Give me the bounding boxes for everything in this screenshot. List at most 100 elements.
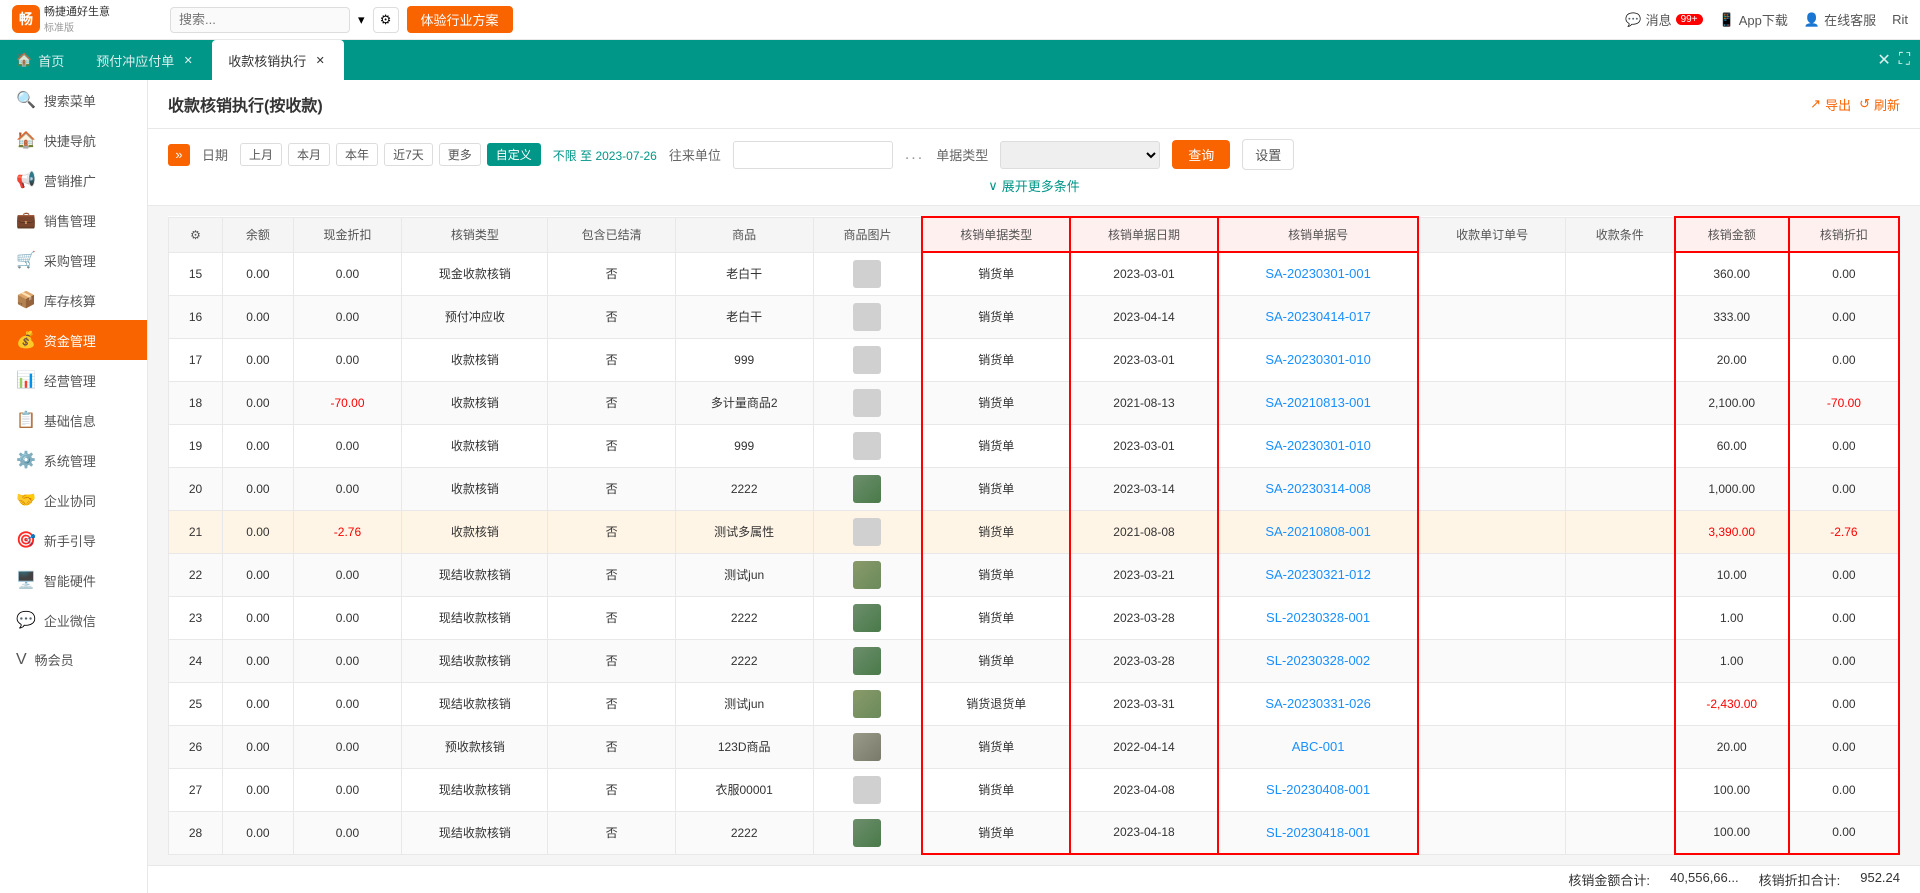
td-writeoff_discount: 0.00 — [1789, 553, 1899, 596]
td-writeoff_type: 预付冲应收 — [402, 295, 548, 338]
sidebar-item-sales[interactable]: 💼 销售管理 — [0, 200, 147, 240]
user-name[interactable]: Rit — [1892, 12, 1908, 27]
tab-home[interactable]: 🏠 首页 — [0, 40, 80, 80]
td-bill_voucher_no[interactable]: SA-20230321-012 — [1218, 553, 1418, 596]
query-button[interactable]: 查询 — [1172, 140, 1230, 169]
td-writeoff_discount: 0.00 — [1789, 467, 1899, 510]
table-row: 180.00-70.00收款核销否多计量商品2销货单2021-08-13SA-2… — [169, 381, 1900, 424]
td-product: 2222 — [675, 467, 813, 510]
online-service-button[interactable]: 👤 在线客服 — [1804, 10, 1876, 29]
td-bill_voucher_no[interactable]: ABC-001 — [1218, 725, 1418, 768]
td-bill_voucher_no[interactable]: SA-20230301-010 — [1218, 424, 1418, 467]
sidebar-item-finance[interactable]: 💰 资金管理 — [0, 320, 147, 360]
td-bill_voucher_no[interactable]: SL-20230408-001 — [1218, 768, 1418, 811]
date-this-year[interactable]: 本年 — [336, 143, 378, 166]
td-balance: 0.00 — [223, 596, 294, 639]
td-bill_voucher_type: 销货单 — [922, 252, 1070, 295]
td-bill_voucher_no[interactable]: SA-20210813-001 — [1218, 381, 1418, 424]
window-close-icon[interactable]: ✕ — [1877, 50, 1890, 70]
td-bill_voucher_type: 销货单 — [922, 553, 1070, 596]
tab-writeoff[interactable]: 收款核销执行 ✕ — [212, 40, 344, 80]
td-bill_voucher_no[interactable]: SA-20230331-026 — [1218, 682, 1418, 725]
td-balance: 0.00 — [223, 553, 294, 596]
product-img-cell — [813, 338, 922, 381]
home-nav-icon: 🏠 — [16, 130, 36, 150]
date-this-month[interactable]: 本月 — [288, 143, 330, 166]
sidebar-item-collab[interactable]: 🤝 企业协同 — [0, 480, 147, 520]
refresh-button[interactable]: ↺ 刷新 — [1859, 95, 1900, 114]
td-writeoff_discount: 0.00 — [1789, 639, 1899, 682]
sidebar-item-wechat[interactable]: 💬 企业微信 — [0, 600, 147, 640]
tab-prepay[interactable]: 预付冲应付单 ✕ — [80, 40, 212, 80]
td-writeoff_discount: 0.00 — [1789, 725, 1899, 768]
sidebar-item-search[interactable]: 🔍 搜索菜单 — [0, 80, 147, 120]
bill-type-label: 单据类型 — [936, 145, 988, 164]
tab-prepay-close[interactable]: ✕ — [180, 52, 196, 68]
sidebar-item-hardware[interactable]: 🖥️ 智能硬件 — [0, 560, 147, 600]
date-7days[interactable]: 近7天 — [384, 143, 433, 166]
export-button[interactable]: ↗ 导出 — [1810, 95, 1851, 114]
th-no: ⚙ — [169, 217, 223, 252]
td-bill_voucher_no[interactable]: SL-20230328-002 — [1218, 639, 1418, 682]
sidebar-item-purchase[interactable]: 🛒 采购管理 — [0, 240, 147, 280]
sidebar-item-system[interactable]: ⚙️ 系统管理 — [0, 440, 147, 480]
window-maximize-icon[interactable]: ⛶ — [1899, 51, 1910, 69]
date-custom[interactable]: 自定义 — [487, 143, 541, 166]
dropdown-arrow[interactable]: ▾ — [358, 12, 365, 28]
td-bill_voucher_no[interactable]: SA-20230301-010 — [1218, 338, 1418, 381]
td-settled: 否 — [548, 424, 675, 467]
date-more[interactable]: 更多 — [439, 143, 481, 166]
status-bar: 核销金额合计: 40,556,66... 核销折扣合计: 952.24 — [148, 865, 1920, 893]
table-row: 250.000.00现结收款核销否测试jun销货退货单2023-03-31SA-… — [169, 682, 1900, 725]
sidebar-item-inventory[interactable]: 📦 库存核算 — [0, 280, 147, 320]
download-icon: 📱 — [1719, 12, 1735, 28]
td-cash_discount: -2.76 — [293, 510, 401, 553]
td-writeoff_amount: 360.00 — [1675, 252, 1789, 295]
td-cash_discount: 0.00 — [293, 596, 401, 639]
td-bill_voucher_no[interactable]: SA-20230414-017 — [1218, 295, 1418, 338]
sidebar-item-marketing[interactable]: 📢 营销推广 — [0, 160, 147, 200]
td-balance: 0.00 — [223, 639, 294, 682]
sidebar-item-basic[interactable]: 📋 基础信息 — [0, 400, 147, 440]
sidebar-item-member[interactable]: V 畅会员 — [0, 640, 147, 679]
industry-plan-button[interactable]: 体验行业方案 — [407, 6, 513, 33]
settings-gear-icon[interactable]: ⚙ — [373, 7, 399, 33]
td-bill_voucher_no[interactable]: SL-20230418-001 — [1218, 811, 1418, 854]
td-settled: 否 — [548, 768, 675, 811]
product-img-cell — [813, 252, 922, 295]
table-area: ⚙ 余额 现金折扣 核销类型 包含已结清 商品 商品图片 核销单据类型 核销单据… — [148, 206, 1920, 865]
td-balance: 0.00 — [223, 381, 294, 424]
td-writeoff_amount: 2,100.00 — [1675, 381, 1789, 424]
td-cash_discount: 0.00 — [293, 682, 401, 725]
data-table: ⚙ 余额 现金折扣 核销类型 包含已结清 商品 商品图片 核销单据类型 核销单据… — [168, 216, 1900, 855]
top-search-input[interactable] — [170, 7, 350, 33]
app-download-button[interactable]: 📱 App下载 — [1719, 10, 1788, 29]
guide-icon: 🎯 — [16, 530, 36, 550]
td-bill_voucher_no[interactable]: SA-20230314-008 — [1218, 467, 1418, 510]
expand-arrow-icon[interactable]: » — [168, 144, 190, 166]
message-button[interactable]: 💬 消息 99+ — [1625, 10, 1702, 29]
sidebar-item-guide[interactable]: 🎯 新手引导 — [0, 520, 147, 560]
td-writeoff_type: 现结收款核销 — [402, 811, 548, 854]
table-row: 260.000.00预收款核销否123D商品销货单2022-04-14ABC-0… — [169, 725, 1900, 768]
sidebar-item-operation[interactable]: 📊 经营管理 — [0, 360, 147, 400]
table-row: 200.000.00收款核销否2222销货单2023-03-14SA-20230… — [169, 467, 1900, 510]
sidebar-item-quicknav[interactable]: 🏠 快捷导航 — [0, 120, 147, 160]
td-bill_voucher_no[interactable]: SA-20210808-001 — [1218, 510, 1418, 553]
td-bill_voucher_no[interactable]: SA-20230301-001 — [1218, 252, 1418, 295]
td-balance: 0.00 — [223, 252, 294, 295]
date-last-month[interactable]: 上月 — [240, 143, 282, 166]
td-balance: 0.00 — [223, 768, 294, 811]
partner-input[interactable] — [733, 141, 893, 169]
td-bill_voucher_date: 2023-04-08 — [1070, 768, 1218, 811]
bill-type-select[interactable] — [1000, 141, 1160, 169]
tab-writeoff-close[interactable]: ✕ — [312, 52, 328, 68]
td-receipt_order_no — [1418, 596, 1565, 639]
basic-icon: 📋 — [16, 410, 36, 430]
expand-more-button[interactable]: ∨ 展开更多条件 — [988, 176, 1080, 195]
th-writeoff-amount: 核销金额 — [1675, 217, 1789, 252]
filter-settings-button[interactable]: 设置 — [1242, 139, 1294, 170]
td-bill_voucher_no[interactable]: SL-20230328-001 — [1218, 596, 1418, 639]
td-receipt_condition — [1565, 424, 1674, 467]
td-receipt_order_no — [1418, 768, 1565, 811]
